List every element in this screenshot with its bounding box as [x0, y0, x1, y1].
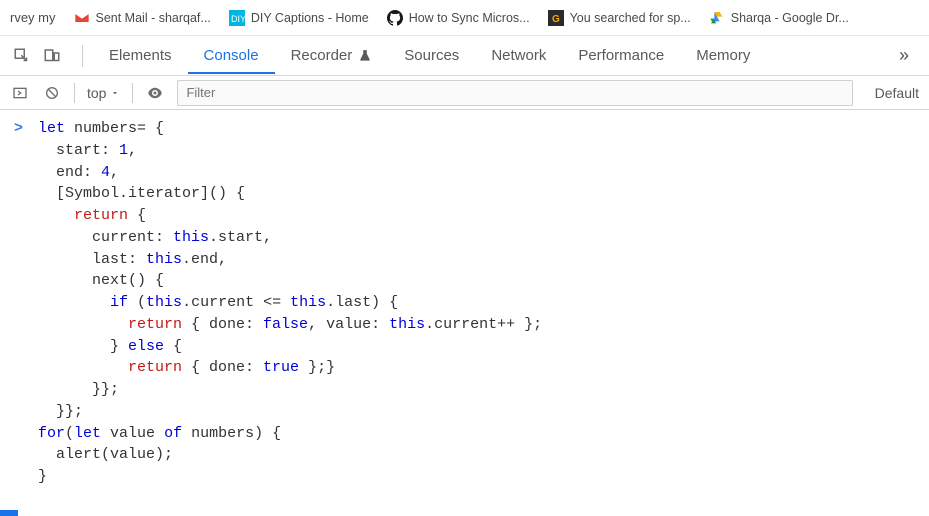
bookmark-item[interactable]: Sent Mail - sharqaf... [74, 10, 211, 26]
bookmark-label: Sent Mail - sharqaf... [96, 11, 211, 25]
tab-memory[interactable]: Memory [680, 37, 766, 74]
device-icon[interactable] [42, 46, 62, 66]
live-expression-icon[interactable] [145, 83, 165, 103]
chevron-down-icon [110, 88, 120, 98]
tab-label: Recorder [291, 47, 353, 64]
tabs-overflow-icon[interactable]: » [891, 45, 917, 66]
filter-input[interactable] [177, 80, 852, 106]
tab-console[interactable]: Console [188, 37, 275, 74]
bookmark-label: How to Sync Micros... [409, 11, 530, 25]
svg-text:DIY: DIY [231, 14, 245, 24]
separator [74, 83, 75, 103]
bookmark-label: DIY Captions - Home [251, 11, 369, 25]
svg-text:G: G [552, 14, 560, 25]
accent-bar [0, 510, 18, 516]
bookmark-item[interactable]: G You searched for sp... [548, 10, 691, 26]
bookmark-item[interactable]: rvey my [10, 10, 56, 25]
clear-console-icon[interactable] [42, 83, 62, 103]
tab-network[interactable]: Network [475, 37, 562, 74]
flask-icon [358, 49, 372, 63]
console-toolbar: top Default [0, 76, 929, 110]
site-icon: G [548, 10, 564, 26]
inspect-icon[interactable] [12, 46, 32, 66]
console-code[interactable]: let numbers= { start: 1, end: 4, [Symbol… [38, 118, 919, 488]
separator [82, 45, 83, 67]
github-icon [387, 10, 403, 26]
log-levels[interactable]: Default [865, 85, 919, 101]
bookmark-label: Sharqa - Google Dr... [731, 11, 849, 25]
tab-performance[interactable]: Performance [562, 37, 680, 74]
toggle-sidebar-icon[interactable] [10, 83, 30, 103]
tab-elements[interactable]: Elements [93, 37, 188, 74]
gmail-icon [74, 10, 90, 26]
prompt-icon: > [14, 118, 23, 140]
bookmark-item[interactable]: How to Sync Micros... [387, 10, 530, 26]
tab-recorder[interactable]: Recorder [275, 37, 389, 74]
bookmark-label: You searched for sp... [570, 11, 691, 25]
context-selector[interactable]: top [87, 85, 120, 101]
separator [132, 83, 133, 103]
bookmark-item[interactable]: Sharqa - Google Dr... [709, 10, 849, 26]
diy-icon: DIY [229, 10, 245, 26]
drive-icon [709, 10, 725, 26]
tab-sources[interactable]: Sources [388, 37, 475, 74]
bookmark-item[interactable]: DIY DIY Captions - Home [229, 10, 369, 26]
devtools-tabbar: Elements Console Recorder Sources Networ… [0, 36, 929, 76]
context-label: top [87, 85, 106, 101]
console-body[interactable]: > let numbers= { start: 1, end: 4, [Symb… [0, 110, 929, 508]
bookmarks-bar: rvey my Sent Mail - sharqaf... DIY DIY C… [0, 0, 929, 36]
